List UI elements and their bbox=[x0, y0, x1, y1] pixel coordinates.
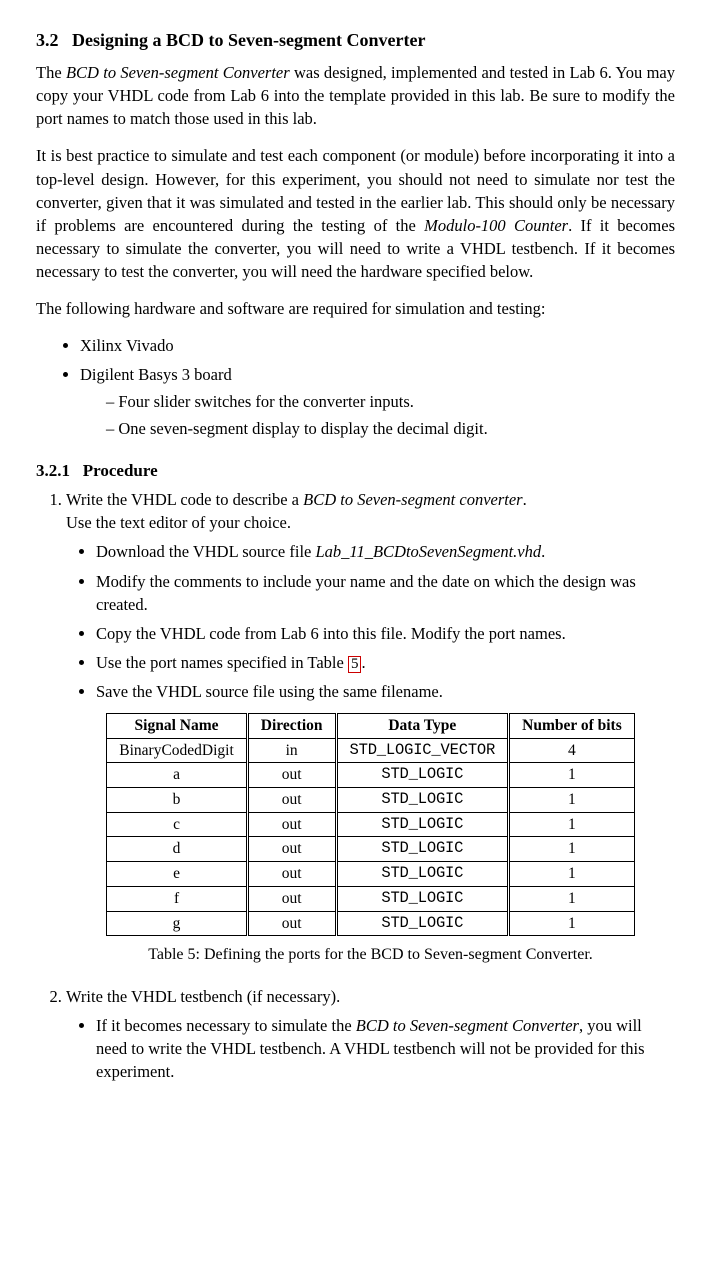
cell: 1 bbox=[509, 886, 635, 911]
cell: STD_LOGIC bbox=[336, 788, 509, 813]
cell: STD_LOGIC bbox=[336, 763, 509, 788]
col-header: Data Type bbox=[336, 714, 509, 739]
table-row: b out STD_LOGIC 1 bbox=[107, 788, 634, 813]
hardware-list: Xilinx Vivado Digilent Basys 3 board Fou… bbox=[36, 334, 675, 440]
col-header: Direction bbox=[247, 714, 336, 739]
hardware-sublist: Four slider switches for the converter i… bbox=[80, 390, 675, 440]
table-row: e out STD_LOGIC 1 bbox=[107, 862, 634, 887]
text: The bbox=[36, 63, 66, 82]
table-row: c out STD_LOGIC 1 bbox=[107, 812, 634, 837]
cell: STD_LOGIC bbox=[336, 911, 509, 936]
term: BCD to Seven-segment Converter bbox=[356, 1016, 579, 1035]
cell: in bbox=[247, 738, 336, 763]
cell: out bbox=[247, 837, 336, 862]
text: If it becomes necessary to simulate the bbox=[96, 1016, 356, 1035]
cell: BinaryCodedDigit bbox=[107, 738, 248, 763]
cell: 1 bbox=[509, 837, 635, 862]
table-row: BinaryCodedDigit in STD_LOGIC_VECTOR 4 bbox=[107, 738, 634, 763]
cell: f bbox=[107, 886, 248, 911]
text: Use the port names specified in Table bbox=[96, 653, 348, 672]
list-item: If it becomes necessary to simulate the … bbox=[96, 1014, 675, 1083]
cell: out bbox=[247, 911, 336, 936]
section-heading: 3.2 Designing a BCD to Seven-segment Con… bbox=[36, 28, 675, 53]
cell: out bbox=[247, 763, 336, 788]
text: Write the VHDL code to describe a bbox=[66, 490, 303, 509]
col-header: Number of bits bbox=[509, 714, 635, 739]
subsection-heading: 3.2.1 Procedure bbox=[36, 459, 675, 483]
list-item: Download the VHDL source file Lab_11_BCD… bbox=[96, 540, 675, 563]
cell: STD_LOGIC bbox=[336, 862, 509, 887]
text: Digilent Basys 3 board bbox=[80, 365, 232, 384]
subsection-title: Procedure bbox=[83, 461, 158, 480]
cell: 1 bbox=[509, 763, 635, 788]
procedure-step-1: Write the VHDL code to describe a BCD to… bbox=[66, 488, 675, 966]
paragraph-practice: It is best practice to simulate and test… bbox=[36, 144, 675, 283]
list-item: Digilent Basys 3 board Four slider switc… bbox=[80, 363, 675, 440]
list-item: Four slider switches for the converter i… bbox=[106, 390, 675, 413]
cell: STD_LOGIC_VECTOR bbox=[336, 738, 509, 763]
list-item: Save the VHDL source file using the same… bbox=[96, 680, 675, 703]
cell: out bbox=[247, 812, 336, 837]
cell: 1 bbox=[509, 812, 635, 837]
section-number: 3.2 bbox=[36, 30, 59, 50]
procedure-step-2: Write the VHDL testbench (if necessary).… bbox=[66, 985, 675, 1083]
procedure-list: Write the VHDL code to describe a BCD to… bbox=[36, 488, 675, 1083]
term-bcd-converter: BCD to Seven-segment Converter bbox=[66, 63, 290, 82]
filename: Lab_11_BCDtoSevenSegment.vhd bbox=[316, 542, 542, 561]
cell: out bbox=[247, 788, 336, 813]
subsection-number: 3.2.1 bbox=[36, 461, 70, 480]
port-table-wrap: Signal Name Direction Data Type Number o… bbox=[66, 713, 675, 936]
cell: 1 bbox=[509, 862, 635, 887]
paragraph-intro: The BCD to Seven-segment Converter was d… bbox=[36, 61, 675, 130]
table-header-row: Signal Name Direction Data Type Number o… bbox=[107, 714, 634, 739]
cell: out bbox=[247, 886, 336, 911]
term-modulo-counter: Modulo-100 Counter bbox=[424, 216, 568, 235]
cell: STD_LOGIC bbox=[336, 812, 509, 837]
table-caption: Table 5: Defining the ports for the BCD … bbox=[66, 944, 675, 966]
text: . bbox=[523, 490, 527, 509]
cell: d bbox=[107, 837, 248, 862]
cell: out bbox=[247, 862, 336, 887]
cell: STD_LOGIC bbox=[336, 886, 509, 911]
text: Use the text editor of your choice. bbox=[66, 513, 291, 532]
list-item: Copy the VHDL code from Lab 6 into this … bbox=[96, 622, 675, 645]
text: . bbox=[361, 653, 365, 672]
table-row: f out STD_LOGIC 1 bbox=[107, 886, 634, 911]
cell: a bbox=[107, 763, 248, 788]
cell: g bbox=[107, 911, 248, 936]
list-item: Xilinx Vivado bbox=[80, 334, 675, 357]
table-ref-link[interactable]: 5 bbox=[348, 656, 362, 673]
cell: 4 bbox=[509, 738, 635, 763]
cell: e bbox=[107, 862, 248, 887]
cell: b bbox=[107, 788, 248, 813]
paragraph-hw-intro: The following hardware and software are … bbox=[36, 297, 675, 320]
section-title: Designing a BCD to Seven-segment Convert… bbox=[72, 30, 425, 50]
port-table: Signal Name Direction Data Type Number o… bbox=[106, 713, 634, 936]
cell: c bbox=[107, 812, 248, 837]
text: Download the VHDL source file bbox=[96, 542, 316, 561]
cell: 1 bbox=[509, 788, 635, 813]
text: Write the VHDL testbench (if necessary). bbox=[66, 987, 340, 1006]
text: . bbox=[541, 542, 545, 561]
col-header: Signal Name bbox=[107, 714, 248, 739]
table-row: d out STD_LOGIC 1 bbox=[107, 837, 634, 862]
step1-bullets: Download the VHDL source file Lab_11_BCD… bbox=[66, 540, 675, 703]
cell: 1 bbox=[509, 911, 635, 936]
list-item: Use the port names specified in Table 5. bbox=[96, 651, 675, 674]
term: BCD to Seven-segment converter bbox=[303, 490, 522, 509]
step2-bullets: If it becomes necessary to simulate the … bbox=[66, 1014, 675, 1083]
table-row: a out STD_LOGIC 1 bbox=[107, 763, 634, 788]
cell: STD_LOGIC bbox=[336, 837, 509, 862]
list-item: Modify the comments to include your name… bbox=[96, 570, 675, 616]
table-row: g out STD_LOGIC 1 bbox=[107, 911, 634, 936]
list-item: One seven-segment display to display the… bbox=[106, 417, 675, 440]
